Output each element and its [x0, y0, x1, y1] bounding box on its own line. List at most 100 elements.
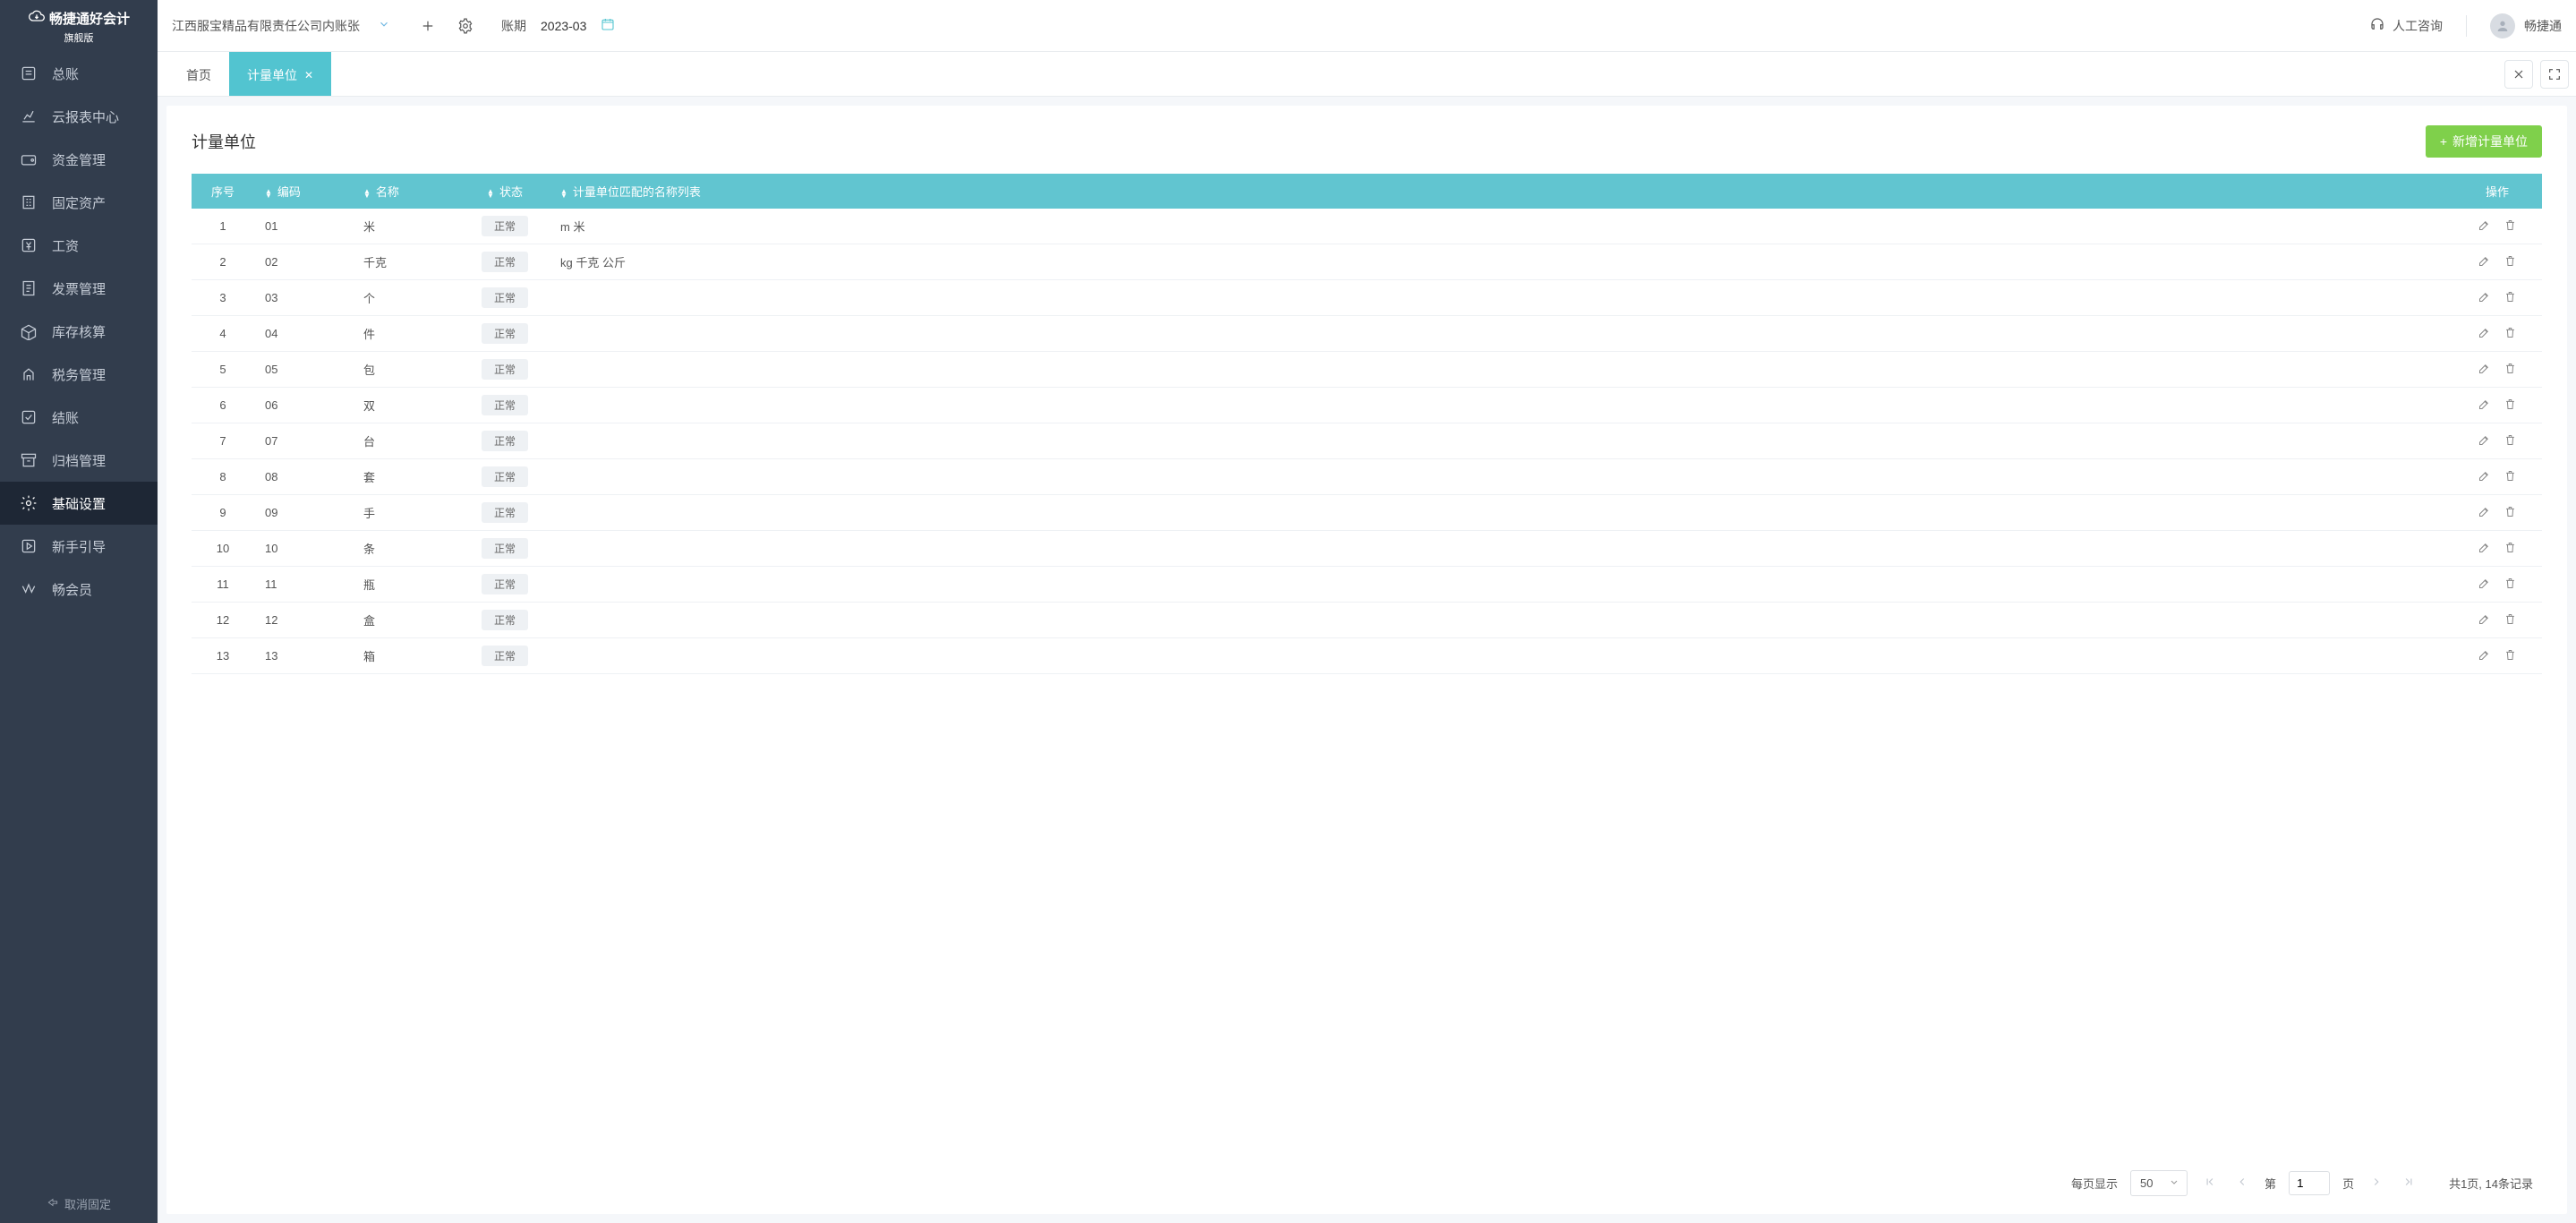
- edit-icon[interactable]: [2478, 362, 2491, 378]
- cell-status: 正常: [460, 531, 550, 567]
- cell-name: 米: [353, 209, 460, 244]
- cell-name: 个: [353, 280, 460, 316]
- calendar-icon[interactable]: [601, 17, 615, 34]
- user-menu[interactable]: 畅捷通: [2490, 13, 2562, 38]
- fullscreen-button[interactable]: [2540, 60, 2569, 89]
- nav-label: 工资: [52, 236, 79, 255]
- cell-code: 07: [254, 423, 353, 459]
- delete-icon[interactable]: [2503, 648, 2517, 664]
- delete-icon[interactable]: [2503, 362, 2517, 378]
- plus-icon: +: [2440, 134, 2447, 149]
- cell-code: 08: [254, 459, 353, 495]
- cell-name: 件: [353, 316, 460, 352]
- cell-ops: [2452, 603, 2542, 638]
- page-size-select[interactable]: 50: [2130, 1170, 2188, 1196]
- cell-code: 05: [254, 352, 353, 388]
- delete-icon[interactable]: [2503, 326, 2517, 342]
- table-row: 3 03 个 正常: [192, 280, 2542, 316]
- delete-icon[interactable]: [2503, 469, 2517, 485]
- delete-icon[interactable]: [2503, 541, 2517, 557]
- edit-icon[interactable]: [2478, 290, 2491, 306]
- nav-item-8[interactable]: 结账: [0, 396, 158, 439]
- edit-icon[interactable]: [2478, 648, 2491, 664]
- edit-icon[interactable]: [2478, 612, 2491, 629]
- cell-status: 正常: [460, 388, 550, 423]
- cell-match: [550, 459, 2452, 495]
- status-badge: 正常: [482, 395, 528, 415]
- cell-code: 04: [254, 316, 353, 352]
- page-summary: 共1页, 14条记录: [2449, 1175, 2533, 1192]
- cell-ops: [2452, 423, 2542, 459]
- delete-icon[interactable]: [2503, 290, 2517, 306]
- settings-button[interactable]: [451, 12, 480, 40]
- cell-match: [550, 423, 2452, 459]
- nav-item-7[interactable]: 税务管理: [0, 353, 158, 396]
- cell-ops: [2452, 388, 2542, 423]
- close-icon[interactable]: ✕: [304, 69, 313, 81]
- company-selector[interactable]: 江西服宝精品有限责任公司内账张: [172, 17, 405, 35]
- nav-item-4[interactable]: 工资: [0, 224, 158, 267]
- add-unit-button[interactable]: + 新增计量单位: [2426, 125, 2542, 158]
- col-name[interactable]: ▲▼名称: [353, 174, 460, 209]
- nav-item-2[interactable]: 资金管理: [0, 138, 158, 181]
- cell-name: 箱: [353, 638, 460, 674]
- delete-icon[interactable]: [2503, 577, 2517, 593]
- delete-icon[interactable]: [2503, 433, 2517, 449]
- delete-icon[interactable]: [2503, 612, 2517, 629]
- edit-icon[interactable]: [2478, 326, 2491, 342]
- first-page-button[interactable]: [2200, 1176, 2220, 1191]
- support-button[interactable]: 人工咨询: [2369, 16, 2443, 35]
- cell-name: 条: [353, 531, 460, 567]
- table-row: 8 08 套 正常: [192, 459, 2542, 495]
- nav-item-10[interactable]: 基础设置: [0, 482, 158, 525]
- col-seq[interactable]: 序号: [192, 174, 254, 209]
- page-input[interactable]: [2289, 1171, 2330, 1195]
- cell-status: 正常: [460, 209, 550, 244]
- page-size-label: 每页显示: [2071, 1175, 2118, 1192]
- edit-icon[interactable]: [2478, 398, 2491, 414]
- edit-icon[interactable]: [2478, 433, 2491, 449]
- delete-icon[interactable]: [2503, 218, 2517, 235]
- nav-item-12[interactable]: 畅会员: [0, 568, 158, 611]
- tab-1[interactable]: 计量单位✕: [229, 52, 331, 96]
- table-row: 5 05 包 正常: [192, 352, 2542, 388]
- edit-icon[interactable]: [2478, 469, 2491, 485]
- add-button[interactable]: [414, 12, 442, 40]
- tab-0[interactable]: 首页: [168, 52, 229, 96]
- nav-item-11[interactable]: 新手引导: [0, 525, 158, 568]
- edit-icon[interactable]: [2478, 541, 2491, 557]
- nav-item-9[interactable]: 归档管理: [0, 439, 158, 482]
- col-ops: 操作: [2452, 174, 2542, 209]
- edit-icon[interactable]: [2478, 254, 2491, 270]
- cell-match: kg 千克 公斤: [550, 244, 2452, 280]
- cell-ops: [2452, 638, 2542, 674]
- last-page-button[interactable]: [2399, 1176, 2418, 1191]
- nav-item-6[interactable]: 库存核算: [0, 310, 158, 353]
- sidebar-unpin-button[interactable]: 取消固定: [0, 1184, 158, 1223]
- edit-icon[interactable]: [2478, 577, 2491, 593]
- cell-name: 盒: [353, 603, 460, 638]
- delete-icon[interactable]: [2503, 398, 2517, 414]
- col-status[interactable]: ▲▼状态: [460, 174, 550, 209]
- prev-page-button[interactable]: [2232, 1176, 2252, 1191]
- nav-menu: 总账云报表中心资金管理固定资产工资发票管理库存核算税务管理结账归档管理基础设置新…: [0, 52, 158, 1184]
- nav-item-0[interactable]: 总账: [0, 52, 158, 95]
- next-page-button[interactable]: [2367, 1176, 2386, 1191]
- wallet-icon: [20, 150, 38, 168]
- edit-icon[interactable]: [2478, 218, 2491, 235]
- cell-code: 12: [254, 603, 353, 638]
- cell-ops: [2452, 531, 2542, 567]
- delete-icon[interactable]: [2503, 505, 2517, 521]
- col-match[interactable]: ▲▼计量单位匹配的名称列表: [550, 174, 2452, 209]
- nav-item-3[interactable]: 固定资产: [0, 181, 158, 224]
- support-label: 人工咨询: [2393, 17, 2443, 35]
- close-tabs-button[interactable]: [2504, 60, 2533, 89]
- edit-icon[interactable]: [2478, 505, 2491, 521]
- cell-status: 正常: [460, 495, 550, 531]
- period-value[interactable]: 2023-03: [541, 19, 586, 33]
- chevron-down-icon: [378, 18, 390, 33]
- nav-item-1[interactable]: 云报表中心: [0, 95, 158, 138]
- nav-item-5[interactable]: 发票管理: [0, 267, 158, 310]
- col-code[interactable]: ▲▼编码: [254, 174, 353, 209]
- delete-icon[interactable]: [2503, 254, 2517, 270]
